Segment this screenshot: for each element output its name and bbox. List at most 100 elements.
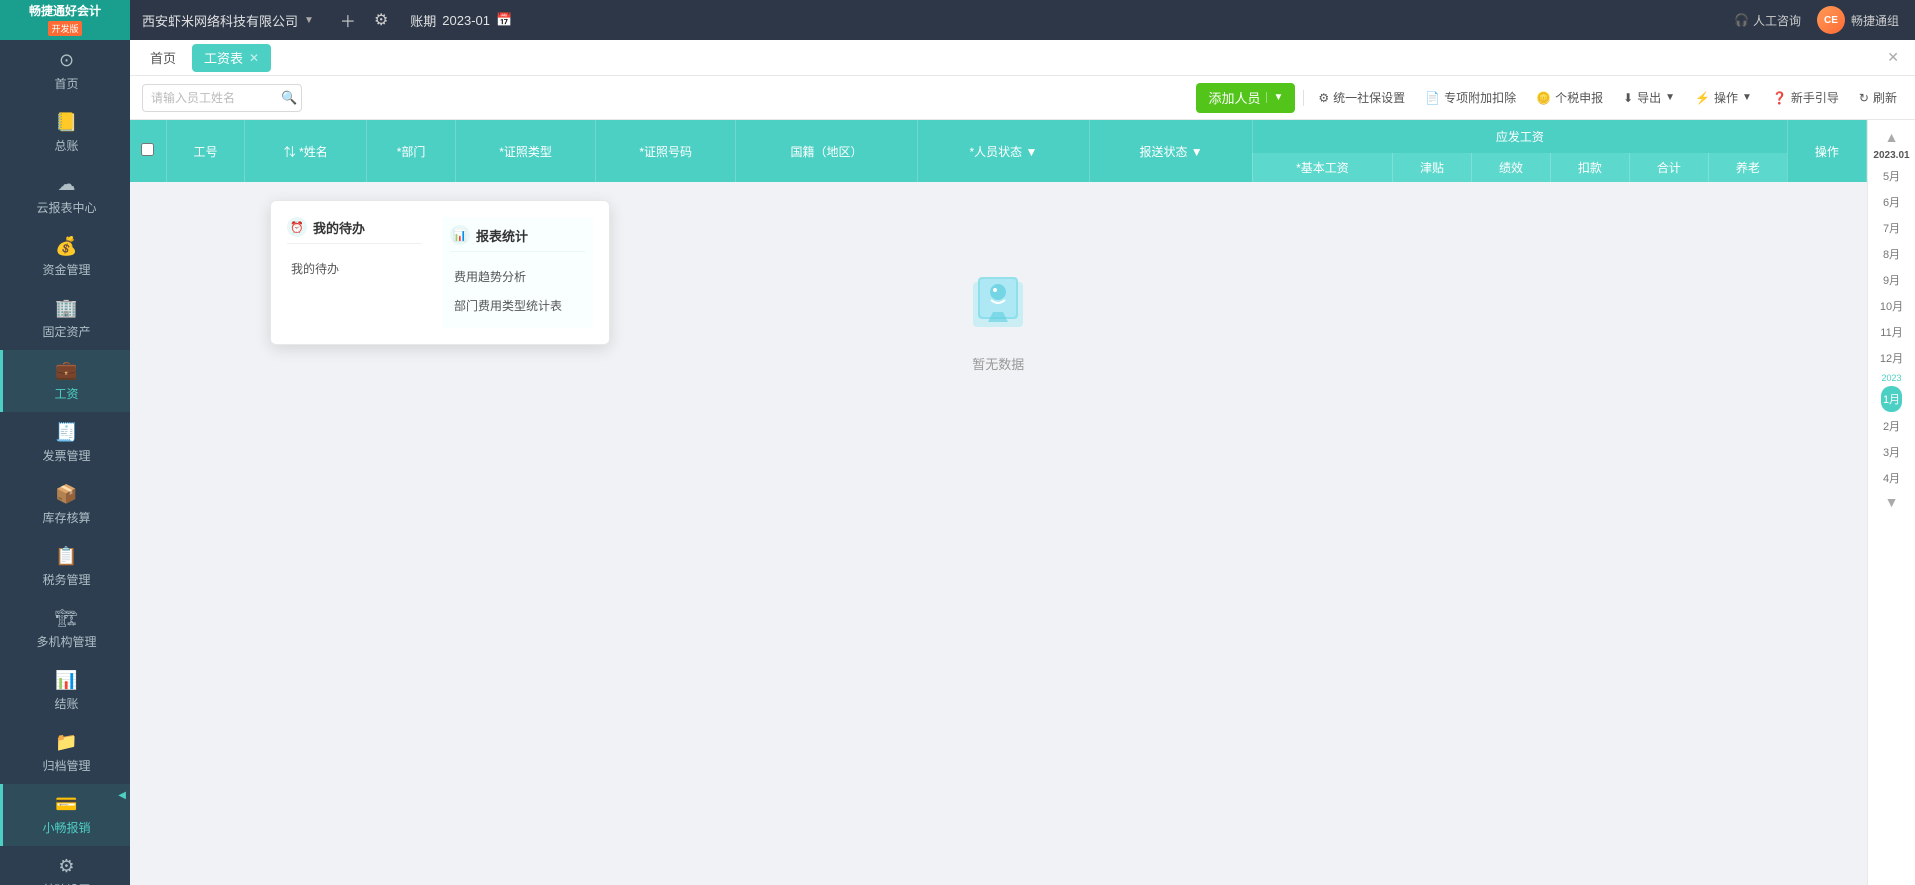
content-area: 首页 工资表 ✕ ✕ 🔍 添加人员 ▼ ⚙ bbox=[130, 40, 1915, 885]
sidebar-item-fund[interactable]: 💰 资金管理 bbox=[0, 226, 130, 288]
export-icon: ⬇ bbox=[1623, 91, 1633, 105]
tab-home-label: 首页 bbox=[150, 48, 176, 67]
popup-todo-title: ⏰ 我的待办 bbox=[287, 217, 422, 244]
timeline-item-aug[interactable]: 8月 bbox=[1868, 241, 1915, 267]
timeline-item-jul[interactable]: 7月 bbox=[1868, 215, 1915, 241]
social-security-btn[interactable]: ⚙ 统一社保设置 bbox=[1312, 84, 1411, 112]
timeline-item-mar[interactable]: 3月 bbox=[1868, 439, 1915, 465]
social-security-icon: ⚙ bbox=[1318, 91, 1329, 105]
sidebar-item-invoice[interactable]: 🧾 发票管理 bbox=[0, 412, 130, 474]
th-checkbox bbox=[130, 120, 166, 182]
search-box: 🔍 bbox=[142, 84, 302, 112]
sidebar-item-ledger[interactable]: 📒 总账 bbox=[0, 102, 130, 164]
add-icon-btn[interactable]: ＋ bbox=[336, 4, 360, 36]
th-report-status: 报送状态 ▼ bbox=[1090, 120, 1253, 182]
cloud-report-icon: ☁ bbox=[58, 174, 76, 195]
tab-home[interactable]: 首页 bbox=[138, 44, 188, 72]
tab-salary-close[interactable]: ✕ bbox=[249, 51, 259, 65]
sidebar-item-fixed-assets[interactable]: 🏢 固定资产 bbox=[0, 288, 130, 350]
close-all-tabs-btn[interactable]: ✕ bbox=[1879, 45, 1907, 70]
sidebar-item-archive[interactable]: 📁 归档管理 bbox=[0, 722, 130, 784]
ledger-icon: 📒 bbox=[55, 112, 77, 133]
sidebar-item-tax[interactable]: 📋 税务管理 bbox=[0, 536, 130, 598]
timeline-item-oct[interactable]: 10月 bbox=[1868, 293, 1915, 319]
search-input[interactable] bbox=[151, 91, 281, 105]
popup-menu-item-dept-cost[interactable]: 部门费用类型统计表 bbox=[450, 291, 585, 320]
refresh-btn[interactable]: ↻ 刷新 bbox=[1853, 84, 1903, 112]
individual-tax-btn[interactable]: 🪙 个税申报 bbox=[1530, 84, 1609, 112]
toolbar-divider-1 bbox=[1303, 90, 1304, 106]
operations-btn[interactable]: ⚡ 操作 ▼ bbox=[1689, 84, 1758, 112]
sidebar-label-home: 首页 bbox=[54, 75, 78, 92]
popup-col-report: 📊 报表统计 费用趋势分析 部门费用类型统计表 bbox=[442, 217, 593, 328]
timeline-item-dec[interactable]: 12月 bbox=[1868, 345, 1915, 371]
timeline-nav-down[interactable]: ▼ bbox=[1882, 491, 1902, 513]
search-icon[interactable]: 🔍 bbox=[281, 90, 297, 106]
sidebar-submenu-popup: ⏰ 我的待办 我的待办 📊 报表统计 费用趋势分析 部门费用类型统计表 bbox=[270, 200, 610, 345]
th-performance: 绩效 bbox=[1471, 153, 1550, 182]
close-accounts-icon: 📊 bbox=[55, 670, 77, 691]
sidebar-label-ledger: 总账 bbox=[54, 137, 78, 154]
company-selector[interactable]: 西安虾米网络科技有限公司 ▼ bbox=[130, 0, 326, 40]
timeline-item-apr[interactable]: 4月 bbox=[1868, 465, 1915, 491]
th-allowance: 津贴 bbox=[1393, 153, 1472, 182]
sidebar-label-fixed-assets: 固定资产 bbox=[42, 323, 90, 340]
sidebar-item-multi-org[interactable]: 🏗 多机构管理 bbox=[0, 598, 130, 660]
popup-menu-item-my-todo[interactable]: 我的待办 bbox=[287, 254, 422, 283]
sidebar-item-basic-settings[interactable]: ⚙ 基础设置 bbox=[0, 846, 130, 885]
operations-dropdown-arrow: ▼ bbox=[1742, 92, 1752, 103]
export-btn[interactable]: ⬇ 导出 ▼ bbox=[1617, 84, 1681, 112]
new-guide-btn[interactable]: ❓ 新手引导 bbox=[1766, 84, 1845, 112]
th-nationality: 国籍（地区） bbox=[736, 120, 917, 182]
header-quick-actions: ＋ ⚙ bbox=[326, 4, 402, 36]
timeline-item-sep[interactable]: 9月 bbox=[1868, 267, 1915, 293]
sidebar-item-cloud-report[interactable]: ☁ 云报表中心 bbox=[0, 164, 130, 226]
todo-icon: ⏰ bbox=[287, 217, 307, 237]
timeline-item-jun[interactable]: 6月 bbox=[1868, 189, 1915, 215]
calendar-icon[interactable]: 📅 bbox=[496, 12, 512, 28]
timeline-item-jan[interactable]: 1月 bbox=[1881, 386, 1902, 412]
fixed-assets-icon: 🏢 bbox=[55, 298, 77, 319]
timeline-nav-up[interactable]: ▲ bbox=[1882, 126, 1902, 148]
th-id-number: *证照号码 bbox=[596, 120, 736, 182]
sidebar-label-inventory: 库存核算 bbox=[42, 509, 90, 526]
sidebar-item-inventory[interactable]: 📦 库存核算 bbox=[0, 474, 130, 536]
timeline-item-feb[interactable]: 2月 bbox=[1868, 413, 1915, 439]
fund-icon: 💰 bbox=[55, 236, 77, 257]
sidebar-item-home[interactable]: ⊙ 首页 bbox=[0, 40, 130, 102]
sidebar-label-invoice: 发票管理 bbox=[42, 447, 90, 464]
timeline-item-may[interactable]: 5月 bbox=[1868, 163, 1915, 189]
user-info[interactable]: CE 畅捷通组 bbox=[1817, 6, 1899, 34]
sidebar-label-expense: 小畅报销 bbox=[42, 819, 90, 836]
sidebar-label-multi-org: 多机构管理 bbox=[36, 633, 96, 650]
special-deduction-btn[interactable]: 📄 专项附加扣除 bbox=[1419, 84, 1522, 112]
sidebar-item-salary[interactable]: 💼 工资 bbox=[0, 350, 130, 412]
empty-text: 暂无数据 bbox=[972, 354, 1024, 373]
multi-org-icon: 🏗 bbox=[55, 608, 78, 629]
select-all-checkbox[interactable] bbox=[141, 143, 154, 156]
individual-tax-label: 个税申报 bbox=[1555, 89, 1603, 106]
table-header-row-1: 工号 ⇅ *姓名 *部门 *证照类型 *证照号码 国籍（地区） *人员状态 ▼ … bbox=[130, 120, 1867, 153]
special-deduction-icon: 📄 bbox=[1425, 91, 1440, 105]
timeline-year-header: 2023.01 bbox=[1873, 148, 1909, 163]
popup-menu-item-cost-trend[interactable]: 费用趋势分析 bbox=[450, 262, 585, 291]
customer-service-btn[interactable]: 🎧 人工咨询 bbox=[1734, 12, 1801, 29]
logo-area: 畅捷通好会计 开发版 bbox=[0, 0, 130, 40]
username-label: 畅捷通组 bbox=[1851, 12, 1899, 29]
settings-icon-btn[interactable]: ⚙ bbox=[370, 6, 392, 34]
header-right: 🎧 人工咨询 CE 畅捷通组 bbox=[1734, 6, 1915, 34]
th-name: ⇅ *姓名 bbox=[245, 120, 367, 182]
sidebar-item-expense[interactable]: 💳 小畅报销 ◀ bbox=[0, 784, 130, 846]
tabs-bar: 首页 工资表 ✕ ✕ bbox=[130, 40, 1915, 76]
individual-tax-icon: 🪙 bbox=[1536, 91, 1551, 105]
timeline-item-nov[interactable]: 11月 bbox=[1868, 319, 1915, 345]
basic-settings-icon: ⚙ bbox=[58, 856, 74, 877]
archive-icon: 📁 bbox=[55, 732, 77, 753]
main-layout: ⊙ 首页 📒 总账 ☁ 云报表中心 💰 资金管理 🏢 固定资产 💼 工资 🧾 发… bbox=[0, 40, 1915, 885]
sidebar-label-fund: 资金管理 bbox=[42, 261, 90, 278]
sidebar-label-archive: 归档管理 bbox=[42, 757, 90, 774]
popup-col-todo: ⏰ 我的待办 我的待办 bbox=[287, 217, 422, 328]
tab-salary[interactable]: 工资表 ✕ bbox=[192, 44, 271, 72]
sidebar-item-close-accounts[interactable]: 📊 结账 bbox=[0, 660, 130, 722]
add-person-button[interactable]: 添加人员 ▼ bbox=[1196, 83, 1295, 113]
